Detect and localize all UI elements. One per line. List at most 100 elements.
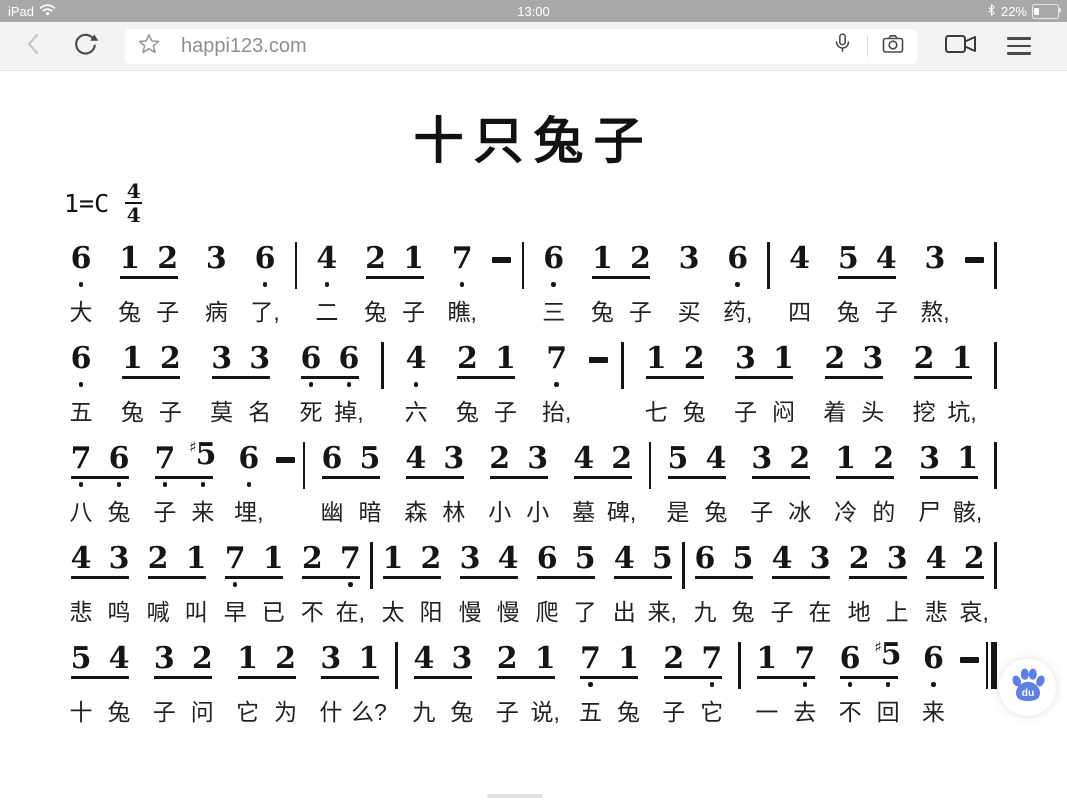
note-group: 27子它 (655, 641, 731, 727)
lyric: 来 (184, 493, 222, 527)
lyric: 鸣 (100, 593, 138, 627)
low-octave-dot (79, 382, 84, 387)
note-digit: 6 (831, 643, 869, 675)
lyric: 它 (229, 693, 267, 727)
lyric: 四 (781, 293, 819, 327)
lyric: 来, (643, 593, 681, 627)
note: 7瞧, (443, 241, 481, 327)
menu-button[interactable] (1007, 37, 1031, 55)
note-digit: 3 (743, 443, 781, 475)
note-group: 23地上 (840, 541, 916, 627)
note-digit: 6 (686, 543, 724, 575)
refresh-button[interactable] (72, 30, 99, 62)
note-digit: 1 (748, 643, 786, 675)
note-group: 33莫名 (203, 341, 279, 427)
lyric: 哀, (955, 593, 993, 627)
lyric: 八 (62, 493, 100, 527)
note-digit: 1 (637, 343, 675, 375)
note-group: 65幽暗 (313, 441, 389, 527)
note-group: 54兔子 (829, 241, 905, 327)
low-octave-dot (710, 682, 715, 687)
note-group: 21挖坑, (905, 341, 981, 427)
lyric: 买 (670, 293, 708, 327)
lyric: 子 (146, 493, 184, 527)
barline (682, 542, 685, 589)
lyric: 回 (869, 693, 907, 727)
lyric: 子 (867, 293, 905, 327)
low-octave-dot (201, 482, 206, 487)
note-digit: 6 (719, 243, 757, 275)
lyric: 早 (216, 593, 254, 627)
barline (649, 442, 652, 489)
note-digit: 3 (100, 543, 138, 575)
lyric: 兔 (583, 293, 621, 327)
lyric: 不 (293, 593, 331, 627)
notation-system: 6大12兔子3病6了,4二21兔子7瞧,6三12兔子3买6药,4四54兔子3熬, (62, 241, 997, 341)
refresh-icon (72, 30, 99, 62)
note: 6来 (914, 641, 952, 727)
lyric: 来 (914, 693, 952, 727)
bookmark-star-icon[interactable] (137, 32, 161, 61)
note-digit: 3 (670, 243, 708, 275)
video-camera-icon (944, 31, 978, 62)
battery-icon (1032, 4, 1059, 19)
note-digit: 1 (395, 243, 433, 275)
note-group: 54是兔 (659, 441, 735, 527)
note-digit: 5 (724, 543, 762, 575)
note-group: 6♯5不回 (831, 641, 907, 727)
barline (370, 542, 373, 589)
note-group: 21兔子 (448, 341, 524, 427)
note-digit: 1 (350, 643, 388, 675)
camera-search-button[interactable] (881, 32, 905, 61)
note-digit: ♯5 (184, 439, 222, 475)
svg-text:du: du (1021, 688, 1034, 699)
note-group: 42墓碑, (565, 441, 641, 527)
note-group: 76八兔 (62, 441, 138, 527)
baidu-paw-icon: du (1008, 665, 1048, 710)
note-digit: 4 (565, 443, 603, 475)
note-digit: 5 (351, 443, 389, 475)
back-button[interactable] (22, 32, 44, 61)
barline (994, 342, 997, 389)
note: 7抬, (538, 341, 576, 427)
lyric: 阳 (412, 593, 450, 627)
time-numerator: 4 (127, 181, 141, 201)
lyric: 抬, (538, 393, 576, 427)
note-digit: 1 (526, 643, 564, 675)
lyric: 病 (197, 293, 235, 327)
note-group: 12冷的 (827, 441, 903, 527)
lyric: 七 (637, 393, 675, 427)
note-digit: 1 (254, 543, 292, 575)
note-digit: 4 (489, 543, 527, 575)
note-group: 31子闷 (726, 341, 802, 427)
dash-note (492, 257, 511, 263)
lyric: 子 (149, 293, 187, 327)
lyric: 子 (145, 693, 183, 727)
lyric: 二 (308, 293, 346, 327)
voice-search-button[interactable] (831, 32, 854, 60)
lyric: 埋, (230, 493, 268, 527)
note: 6了, (246, 241, 284, 327)
note-digit: 4 (397, 443, 435, 475)
note-digit: 5 (566, 543, 604, 575)
baidu-badge[interactable]: du (999, 659, 1056, 716)
low-octave-dot (735, 282, 740, 287)
url-text[interactable]: happi123.com (181, 35, 831, 58)
lyric: 兔 (829, 293, 867, 327)
home-indicator (487, 794, 543, 798)
note-group: 12兔子 (113, 341, 189, 427)
note-group: 43悲鸣 (62, 541, 138, 627)
note-digit: 7 (62, 443, 100, 475)
chevron-left-icon (22, 32, 44, 61)
note-digit: 6 (313, 443, 351, 475)
lyric: 的 (865, 493, 903, 527)
divider (867, 35, 868, 57)
note-group: 34慢慢 (451, 541, 527, 627)
lyric: 大 (62, 293, 100, 327)
url-bar[interactable]: happi123.com (125, 29, 917, 64)
lyric: 问 (183, 693, 221, 727)
lyric: 太 (374, 593, 412, 627)
note-group: 31尸骸, (911, 441, 987, 527)
video-button[interactable] (944, 31, 978, 62)
note-digit: 4 (763, 543, 801, 575)
